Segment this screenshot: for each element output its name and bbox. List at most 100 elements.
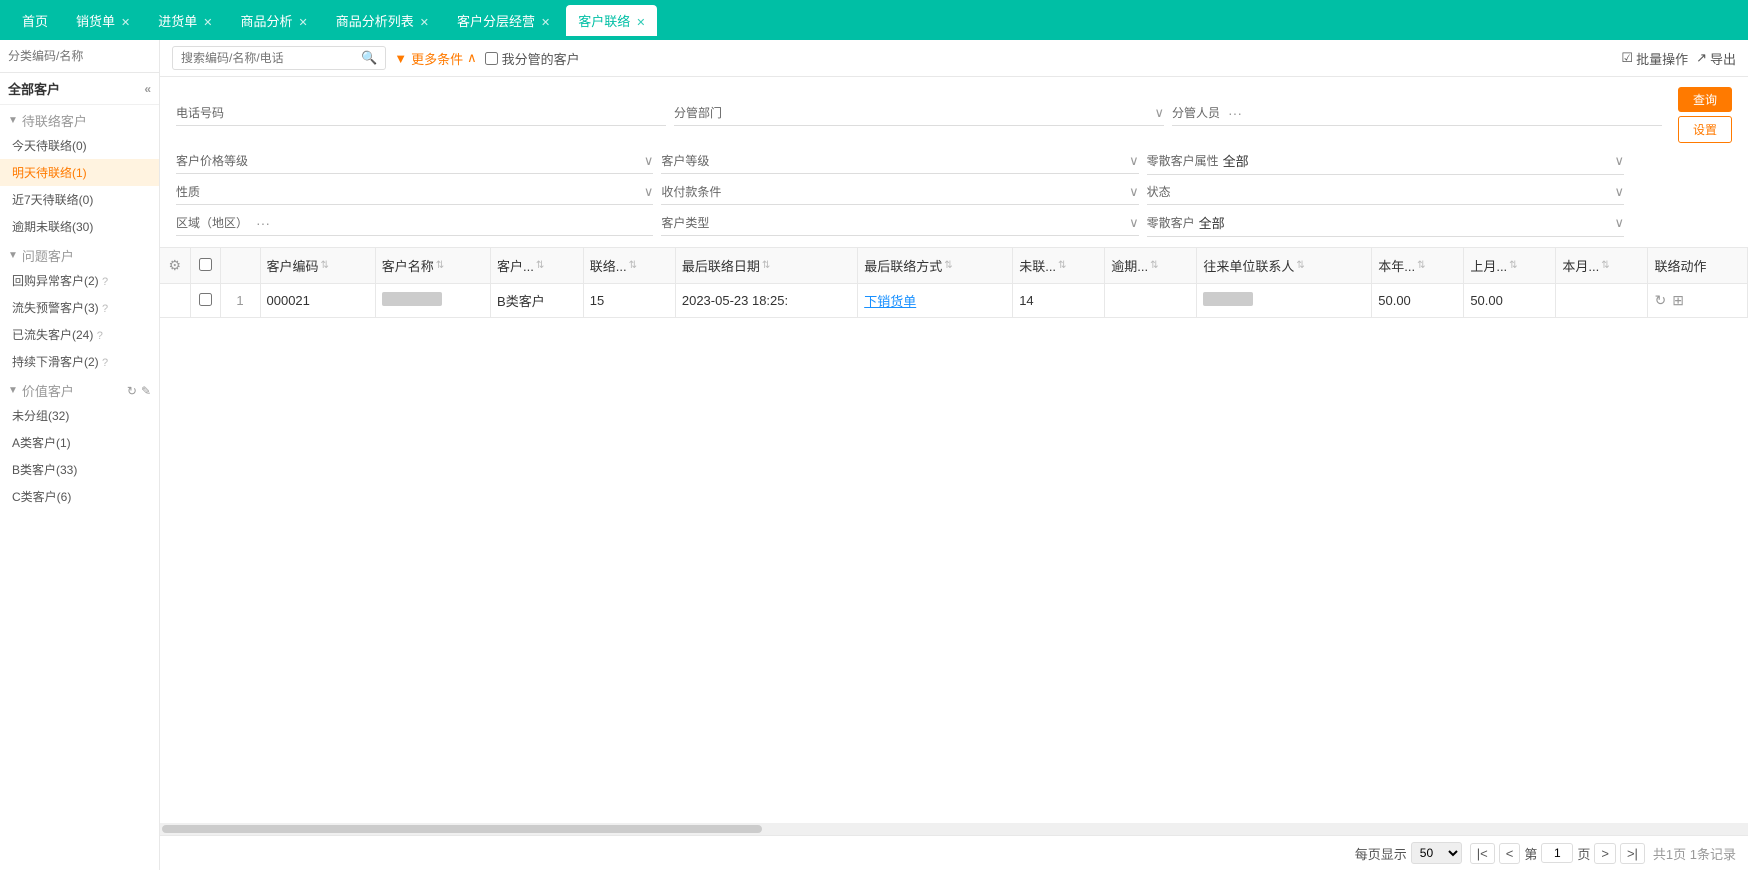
unit-contacts-sort-icon[interactable]: ⇅	[1296, 260, 1304, 271]
export-button[interactable]: ↗ 导出	[1696, 49, 1736, 68]
toolbar-search-container: 🔍	[172, 46, 386, 70]
sidebar-item-purchase-abnormal[interactable]: 回购异常客户(2) ?	[0, 267, 159, 294]
status-chevron-icon: ∨	[1614, 184, 1624, 200]
sidebar-item-b-class[interactable]: B类客户(33)	[0, 456, 159, 483]
code-sort-icon[interactable]: ⇅	[321, 260, 329, 271]
uncontact-sort-icon[interactable]: ⇅	[1058, 260, 1066, 271]
last-method-sort-icon[interactable]: ⇅	[944, 260, 952, 271]
phone-input[interactable]	[242, 106, 666, 120]
th-last-method: 最后联络方式 ⇅	[858, 248, 1013, 284]
close-tab-3-icon[interactable]: ✕	[420, 17, 429, 29]
filter-nature[interactable]: 性质 ∨	[176, 183, 653, 205]
last-method-link[interactable]: 下销货单	[864, 294, 916, 309]
search-input[interactable]	[181, 51, 361, 65]
filter-dept[interactable]: 分管部门 ∨	[674, 104, 1164, 126]
sidebar-item-overdue[interactable]: 逾期未联络(30)	[0, 213, 159, 240]
filter-price-level[interactable]: 客户价格等级 ∨	[176, 152, 653, 174]
close-tab-0-icon[interactable]: ✕	[121, 17, 130, 29]
close-tab-4-icon[interactable]: ✕	[541, 17, 550, 29]
nav-tab-5[interactable]: 客户联络✕	[566, 5, 657, 36]
filter-actions: 查询 设置	[1678, 87, 1732, 143]
contacts-sort-icon[interactable]: ⇅	[629, 260, 637, 271]
prev-page-button[interactable]: <	[1499, 843, 1521, 864]
th-last-month: 上月... ⇅	[1464, 248, 1556, 284]
select-all-checkbox[interactable]	[199, 258, 212, 271]
query-button[interactable]: 查询	[1678, 87, 1732, 112]
settings-button[interactable]: 设置	[1678, 116, 1732, 143]
name-sort-icon[interactable]: ⇅	[436, 260, 444, 271]
row-overdue-cell	[1105, 284, 1197, 318]
region-dots-icon[interactable]: ···	[252, 215, 274, 231]
filter-customer-type[interactable]: 客户类型 ∨	[661, 214, 1138, 236]
page-number-input[interactable]	[1541, 843, 1573, 863]
this-month-sort-icon[interactable]: ⇅	[1601, 260, 1609, 271]
last-month-sort-icon[interactable]: ⇅	[1509, 260, 1517, 271]
filter-region[interactable]: 区域（地区） ···	[176, 214, 653, 236]
sidebar-search-input[interactable]	[8, 49, 160, 63]
sidebar-search-container: 🔍	[0, 40, 159, 73]
close-tab-5-icon[interactable]: ✕	[636, 17, 645, 29]
sidebar-item-declining[interactable]: 持续下滑客户(2) ?	[0, 348, 159, 375]
nav-tab-3[interactable]: 商品分析列表✕	[324, 5, 441, 36]
nav-tab-2[interactable]: 商品分析✕	[228, 5, 319, 36]
sidebar-item-c-class[interactable]: C类客户(6)	[0, 483, 159, 510]
sidebar-item-a-class[interactable]: A类客户(1)	[0, 429, 159, 456]
payment-chevron-icon: ∨	[1129, 184, 1139, 200]
type-sort-icon[interactable]: ⇅	[536, 260, 544, 271]
page-suffix-label: 页	[1577, 844, 1590, 863]
table-scroll-bar[interactable]	[160, 823, 1748, 835]
gear-settings-icon[interactable]: ⚙	[168, 257, 181, 273]
top-nav: 首页 销货单✕ 进货单✕ 商品分析✕ 商品分析列表✕ 客户分层经营✕ 客户联络✕	[0, 0, 1748, 40]
last-date-sort-icon[interactable]: ⇅	[762, 260, 770, 271]
row-checkbox[interactable]	[199, 293, 212, 306]
filter-retail-customer[interactable]: 零散客户 全部 ∨	[1147, 213, 1624, 237]
all-customers-label: 全部客户	[8, 79, 60, 98]
action-refresh-icon[interactable]: ↻	[1654, 292, 1666, 309]
nav-tab-0[interactable]: 销货单✕	[64, 5, 142, 36]
row-uncontact-cell: 14	[1013, 284, 1105, 318]
filter-status[interactable]: 状态 ∨	[1147, 183, 1624, 205]
this-year-sort-icon[interactable]: ⇅	[1417, 260, 1425, 271]
sidebar-collapse-icon[interactable]: «	[144, 82, 151, 96]
filter-customer-level[interactable]: 客户等级 ∨	[661, 152, 1138, 174]
row-unit-contacts-cell	[1197, 284, 1372, 318]
filter-payment[interactable]: 收付款条件 ∨	[661, 183, 1138, 205]
value-refresh-icon[interactable]: ↻	[127, 384, 137, 398]
filter-panel: 电话号码 分管部门 ∨ 分管人员 ··· 查询 设置	[160, 77, 1748, 248]
nav-home[interactable]: 首页	[10, 5, 60, 36]
scroll-thumb[interactable]	[162, 825, 762, 833]
price-level-chevron-icon: ∨	[644, 153, 654, 169]
row-last-method-cell: 下销货单	[858, 284, 1013, 318]
th-uncontact: 未联... ⇅	[1013, 248, 1105, 284]
filter-retail-attr[interactable]: 零散客户属性 全部 ∨	[1147, 151, 1624, 175]
sidebar-item-tomorrow[interactable]: 明天待联络(1)	[0, 159, 159, 186]
last-page-button[interactable]: >|	[1620, 843, 1645, 864]
first-page-button[interactable]: |<	[1470, 843, 1495, 864]
nav-tab-4[interactable]: 客户分层经营✕	[445, 5, 562, 36]
table-wrapper: ⚙ 客户编码 ⇅	[160, 248, 1748, 823]
page-size-select[interactable]: 50 100 200	[1411, 842, 1462, 864]
close-tab-1-icon[interactable]: ✕	[203, 17, 212, 29]
sidebar-item-loss-warning[interactable]: 流失预警客户(3) ?	[0, 294, 159, 321]
value-edit-icon[interactable]: ✎	[141, 384, 151, 398]
person-dots-icon[interactable]: ···	[1224, 105, 1246, 121]
th-this-year: 本年... ⇅	[1372, 248, 1464, 284]
filter-row-1: 电话号码 分管部门 ∨ 分管人员 ··· 查询 设置	[176, 87, 1732, 143]
total-label: 共1页 1条记录	[1653, 844, 1736, 863]
filter-icon: ▼	[394, 51, 407, 66]
toolbar-search-icon[interactable]: 🔍	[361, 50, 377, 66]
sidebar-item-ungrouped[interactable]: 未分组(32)	[0, 402, 159, 429]
nav-tab-1[interactable]: 进货单✕	[146, 5, 224, 36]
close-tab-2-icon[interactable]: ✕	[299, 17, 308, 29]
filter-person[interactable]: 分管人员 ···	[1172, 104, 1662, 126]
sidebar-item-lost[interactable]: 已流失客户(24) ?	[0, 321, 159, 348]
batch-op-button[interactable]: ☑ 批量操作	[1621, 49, 1688, 68]
action-grid-icon[interactable]: ⊞	[1672, 292, 1684, 309]
next-page-button[interactable]: >	[1594, 843, 1616, 864]
overdue-sort-icon[interactable]: ⇅	[1150, 260, 1158, 271]
sidebar-item-7days[interactable]: 近7天待联络(0)	[0, 186, 159, 213]
my-customers-toggle[interactable]: 我分管的客户	[485, 49, 580, 68]
sidebar-item-today[interactable]: 今天待联络(0)	[0, 132, 159, 159]
filter-more-button[interactable]: ▼ 更多条件 ∧	[394, 49, 476, 68]
my-customers-checkbox[interactable]	[485, 52, 498, 65]
